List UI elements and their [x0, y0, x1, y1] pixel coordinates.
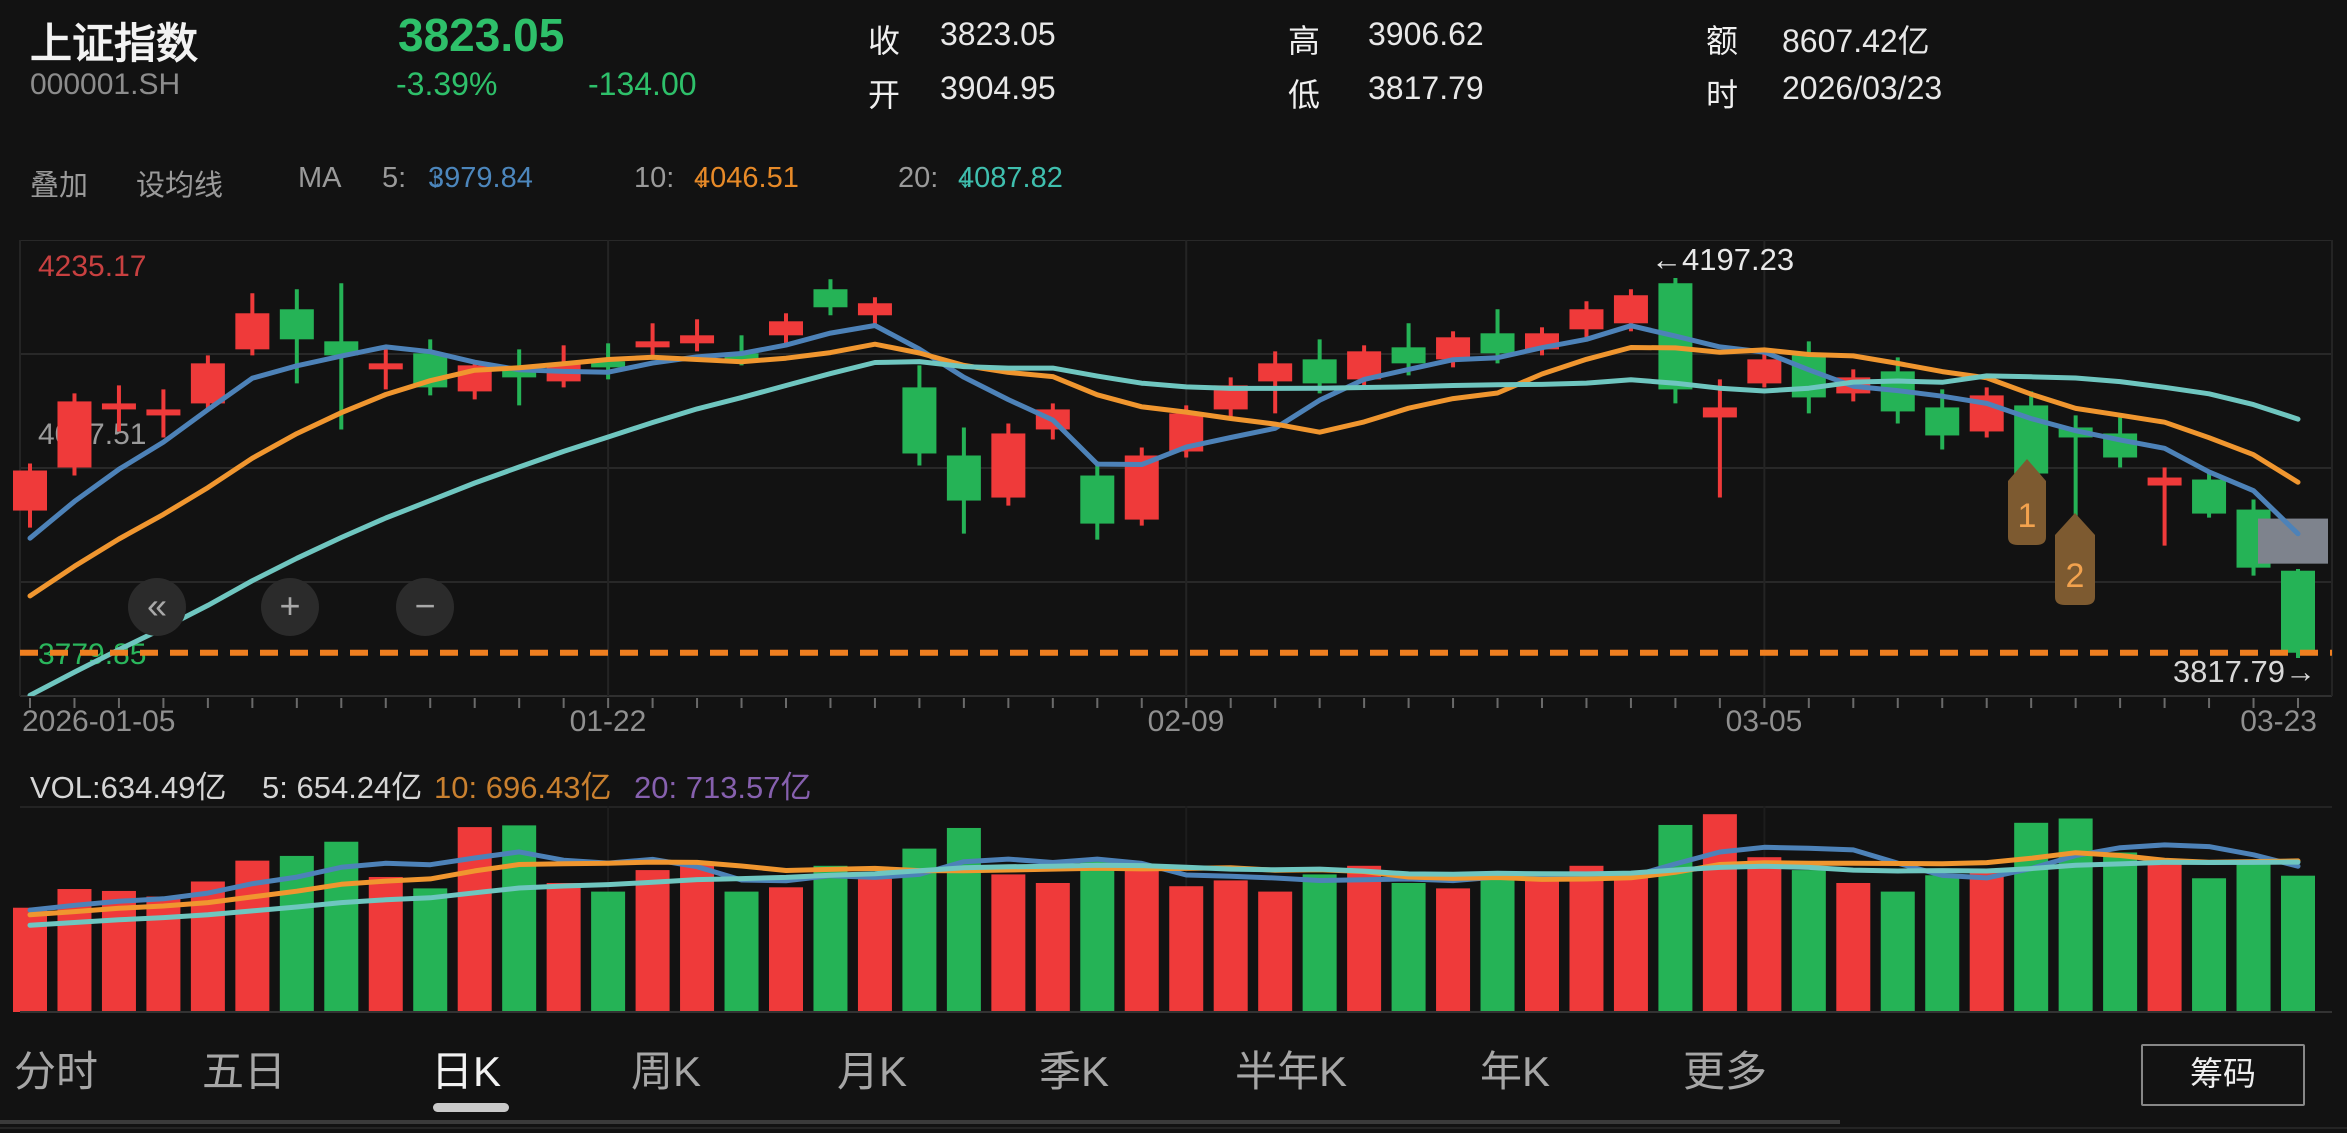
vol-ma20: 20: 713.57亿 — [634, 762, 812, 807]
tab-jik[interactable]: 季K — [1039, 1038, 1109, 1099]
bottom-divider — [0, 1120, 1840, 1124]
period-tab-bar: 分时 五日 日K 周K 月K 季K 半年K 年K 更多 — [0, 1030, 2347, 1110]
chips-distribution-button[interactable]: 筹码 — [2141, 1044, 2305, 1106]
svg-text:1: 1 — [2018, 497, 2037, 535]
stat-open-label: 开 — [868, 70, 900, 116]
stat-time-label: 时 — [1706, 70, 1738, 116]
x-label: 03-05 — [1726, 705, 1803, 739]
set-ma-button[interactable]: 设均线 — [136, 162, 223, 204]
tab-rik[interactable]: 日K — [431, 1038, 501, 1099]
collapse-left-button[interactable]: « — [128, 578, 186, 636]
tab-gengduo[interactable]: 更多 — [1683, 1038, 1767, 1099]
minus-icon: − — [414, 585, 435, 626]
stat-high-value: 3906.62 — [1368, 16, 1484, 53]
svg-text:←4197.23: ←4197.23 — [1651, 242, 1794, 277]
stat-low-label: 低 — [1288, 70, 1320, 116]
down-arrow-icon: ↓ — [694, 162, 709, 195]
ma20-key: 20: — [898, 162, 938, 195]
stat-low-value: 3817.79 — [1368, 70, 1484, 107]
index-title: 上证指数 — [30, 10, 198, 71]
stock-chart-app: 上证指数 000001.SH 3823.05 -3.39% -134.00 收 … — [0, 0, 2347, 1133]
svg-text:2: 2 — [2066, 557, 2085, 595]
current-price: 3823.05 — [398, 8, 564, 62]
x-label: 01-22 — [570, 705, 647, 739]
vol-ma5: 5: 654.24亿 — [262, 762, 422, 807]
stat-high-label: 高 — [1288, 16, 1320, 62]
down-arrow-icon: ↓ — [958, 162, 973, 195]
x-axis-labels: 2026-01-05 01-22 02-09 03-05 03-23 — [0, 705, 2347, 745]
stat-time-value: 2026/03/23 — [1782, 70, 1942, 107]
main-candlestick-chart[interactable]: 4235.174007.513779.85←4197.233817.79→12 — [0, 240, 2347, 710]
tab-bannianK[interactable]: 半年K — [1235, 1038, 1347, 1099]
x-label: 2026-01-05 — [22, 705, 175, 739]
stat-close-value: 3823.05 — [940, 16, 1056, 53]
active-tab-underline — [433, 1103, 509, 1112]
change-percent: -3.39% — [396, 66, 497, 103]
ma-indicator-bar: 叠加 设均线 MA 5: 3979.84↓ 10: 4046.51↓ 20: 4… — [0, 162, 2347, 208]
vol-current: VOL:634.49亿 — [30, 762, 226, 807]
zoom-out-button[interactable]: − — [396, 578, 454, 636]
tab-yuek[interactable]: 月K — [837, 1038, 907, 1099]
volume-chart[interactable] — [0, 806, 2347, 1018]
plus-icon: + — [279, 585, 300, 626]
svg-text:3817.79→: 3817.79→ — [2173, 654, 2316, 689]
stat-open-value: 3904.95 — [940, 70, 1056, 107]
stat-close-label: 收 — [868, 16, 900, 62]
stat-amount-label: 额 — [1706, 16, 1738, 62]
ma-label: MA — [298, 162, 342, 195]
x-label: 02-09 — [1148, 705, 1225, 739]
zoom-in-button[interactable]: + — [261, 578, 319, 636]
index-code: 000001.SH — [30, 68, 180, 102]
bottom-divider-2 — [0, 1127, 2347, 1129]
stat-amount-value: 8607.42亿 — [1782, 16, 1930, 62]
tab-zhouk[interactable]: 周K — [631, 1038, 701, 1099]
tab-fenshi[interactable]: 分时 — [14, 1038, 98, 1099]
volume-indicator-bar: VOL:634.49亿 5: 654.24亿 10: 696.43亿 20: 7… — [0, 762, 2347, 804]
down-arrow-icon: ↓ — [428, 162, 443, 195]
ma10-key: 10: — [634, 162, 674, 195]
svg-text:4235.17: 4235.17 — [38, 250, 146, 283]
collapse-left-icon: « — [147, 585, 167, 626]
overlay-button[interactable]: 叠加 — [30, 162, 88, 204]
tab-niank[interactable]: 年K — [1480, 1038, 1550, 1099]
x-label: 03-23 — [2240, 705, 2317, 739]
tab-wuri[interactable]: 五日 — [202, 1038, 286, 1099]
ma5-key: 5: — [382, 162, 406, 195]
svg-text:4007.51: 4007.51 — [38, 418, 146, 451]
vol-ma10: 10: 696.43亿 — [434, 762, 612, 807]
change-absolute: -134.00 — [588, 66, 697, 103]
